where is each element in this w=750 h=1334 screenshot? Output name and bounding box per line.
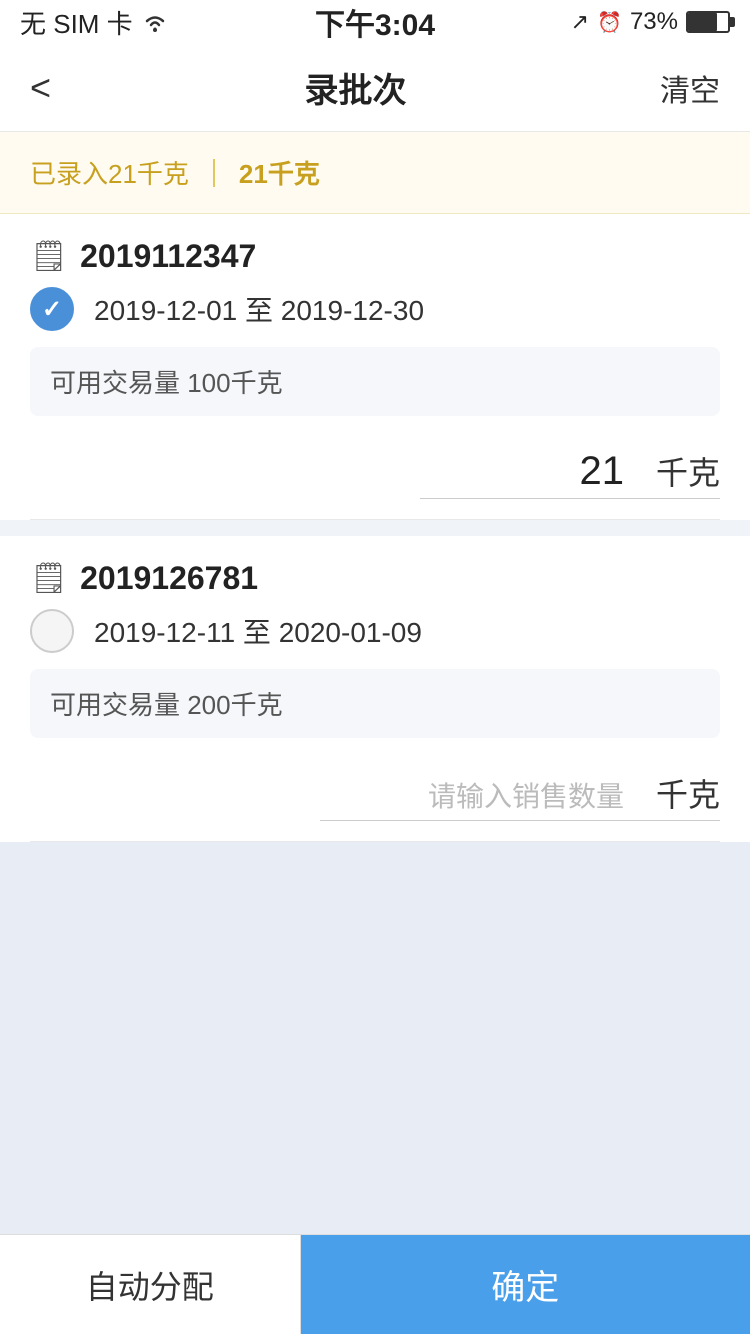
batch-1-doc-icon: 🗒 xyxy=(30,239,68,274)
location-icon: ↗ xyxy=(571,9,589,35)
clear-button[interactable]: 清空 xyxy=(660,66,720,110)
carrier-text: 无 SIM 卡 xyxy=(20,4,133,41)
alarm-icon: ⏰ xyxy=(597,10,622,35)
batch-1-header: 🗒 2019112347 xyxy=(30,238,720,275)
batch-1-date-row[interactable]: 2019-12-01 至 2019-12-30 xyxy=(30,287,720,331)
battery-percent: 73% xyxy=(630,8,678,36)
battery-icon xyxy=(686,11,730,33)
status-carrier: 无 SIM 卡 xyxy=(20,4,169,41)
batch-1-unit: 千克 xyxy=(656,448,720,494)
batch-2-id: 2019126781 xyxy=(80,560,258,597)
nav-bar: < 录批次 清空 xyxy=(0,44,750,132)
batch-2-doc-icon: 🗒 xyxy=(30,561,68,596)
status-time: 下午3:04 xyxy=(315,0,435,44)
batch-1-id: 2019112347 xyxy=(80,238,256,275)
summary-divider xyxy=(213,159,215,187)
batch-2-available: 可用交易量 200千克 xyxy=(30,669,720,738)
batch-item-1: 🗒 2019112347 2019-12-01 至 2019-12-30 可用交… xyxy=(0,214,750,520)
batch-2-date-row[interactable]: 2019-12-11 至 2020-01-09 xyxy=(30,609,720,653)
batch-item-2: 🗒 2019126781 2019-12-11 至 2020-01-09 可用交… xyxy=(0,536,750,842)
auto-distribute-button[interactable]: 自动分配 xyxy=(0,1235,301,1334)
batch-1-radio[interactable] xyxy=(30,287,74,331)
batch-2-quantity-input[interactable] xyxy=(344,781,624,813)
batch-2-radio[interactable] xyxy=(30,609,74,653)
batch-1-date: 2019-12-01 至 2019-12-30 xyxy=(94,289,424,329)
batch-1-available: 可用交易量 100千克 xyxy=(30,347,720,416)
empty-content-area xyxy=(0,842,750,1242)
confirm-button[interactable]: 确定 xyxy=(301,1235,750,1334)
footer: 自动分配 确定 xyxy=(0,1234,750,1334)
status-right: ↗ ⏰ 73% xyxy=(571,8,730,36)
batch-2-header: 🗒 2019126781 xyxy=(30,560,720,597)
page-title: 录批次 xyxy=(305,63,407,112)
batch-1-quantity-input[interactable] xyxy=(464,449,624,494)
summary-bar: 已录入21千克 21千克 xyxy=(0,132,750,214)
summary-entered-label: 已录入21千克 xyxy=(30,154,189,191)
batch-2-date: 2019-12-11 至 2020-01-09 xyxy=(94,611,422,651)
back-button[interactable]: < xyxy=(30,67,51,109)
status-bar: 无 SIM 卡 下午3:04 ↗ ⏰ 73% xyxy=(0,0,750,44)
batch-2-unit: 千克 xyxy=(656,770,720,816)
summary-value: 21千克 xyxy=(239,154,320,191)
batch-1-quantity-row: 千克 xyxy=(30,432,720,520)
wifi-icon xyxy=(141,11,169,33)
batch-2-quantity-row: 千克 xyxy=(30,754,720,842)
section-divider-1 xyxy=(0,520,750,536)
